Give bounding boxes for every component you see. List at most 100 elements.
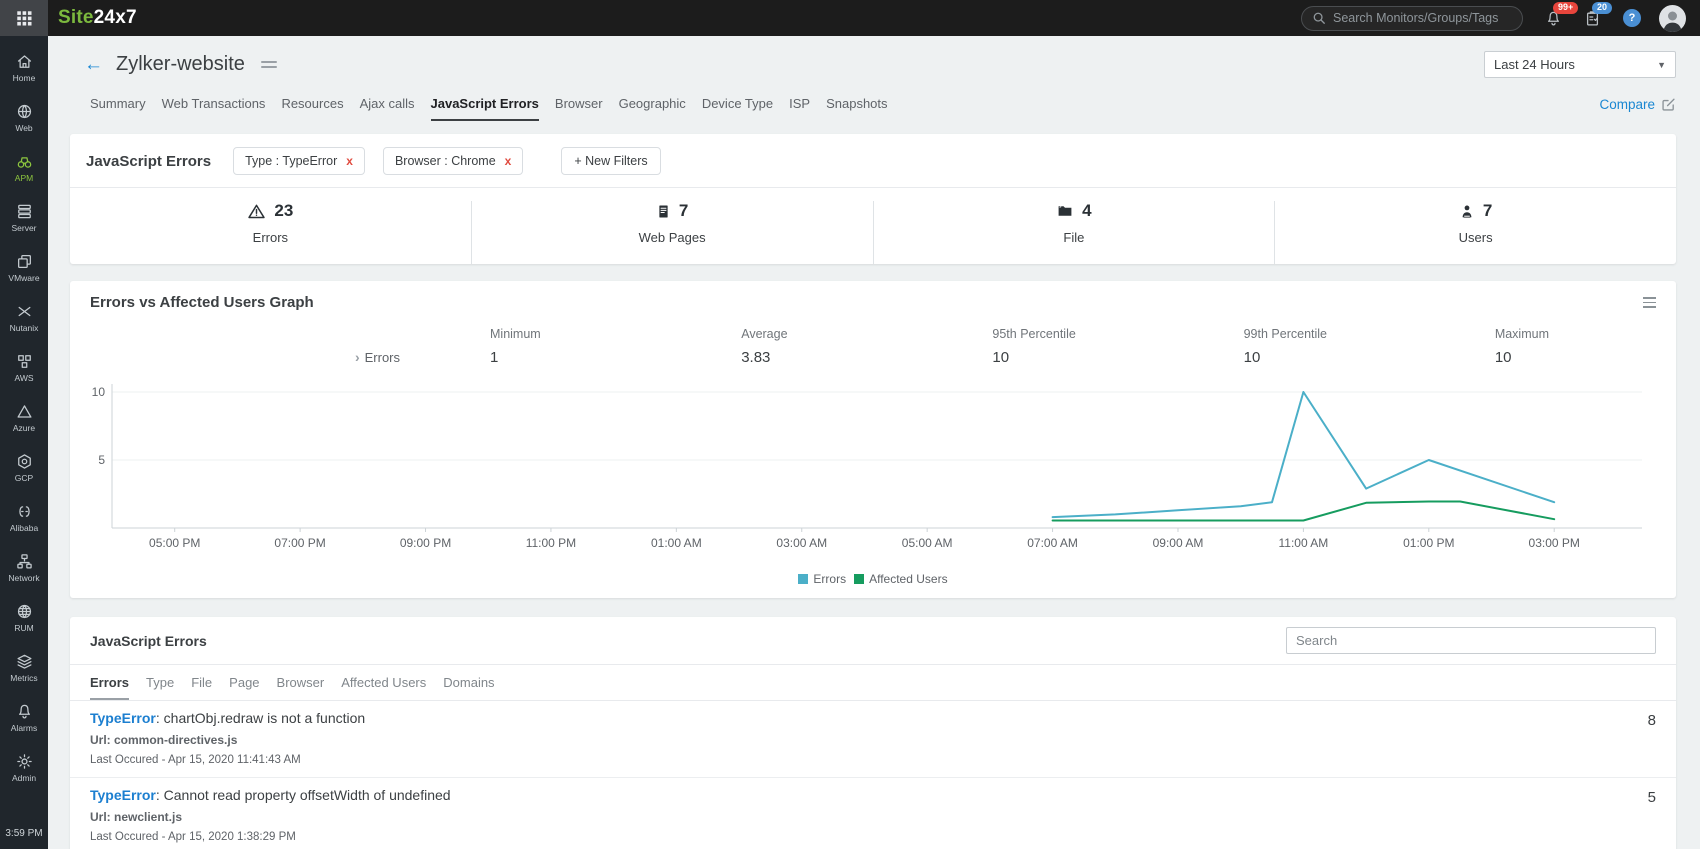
errors-tab-browser[interactable]: Browser	[277, 665, 325, 700]
summary-col-maximum: Maximum 10	[1405, 327, 1656, 366]
tab-javascript-errors[interactable]: JavaScript Errors	[430, 96, 539, 121]
errors-tab-domains[interactable]: Domains	[443, 665, 494, 700]
tasks-button[interactable]: 20	[1584, 1, 1613, 27]
filter-chip[interactable]: Browser : Chrome x	[382, 147, 524, 175]
stat-label: Errors	[252, 230, 289, 245]
filter-chip-label: Browser : Chrome	[394, 154, 496, 168]
sidebar-item-apm[interactable]: APM	[0, 143, 48, 193]
site24x7-logo[interactable]: Site24x7	[58, 7, 137, 29]
errors-tab-affected-users[interactable]: Affected Users	[341, 665, 426, 700]
tab-device-type[interactable]: Device Type	[702, 96, 773, 121]
sidebar-item-web[interactable]: Web	[0, 93, 48, 143]
sidebar-item-alarms[interactable]: Alarms	[0, 693, 48, 743]
home-icon	[16, 53, 33, 70]
nutanix-icon	[16, 303, 33, 320]
compare-link[interactable]: Compare	[1599, 97, 1676, 120]
sidebar-item-label: Metrics	[10, 673, 38, 683]
new-filters-button[interactable]: + New Filters	[561, 147, 661, 175]
js-errors-list-panel: JavaScript Errors Errors Type File Page Brow…	[70, 617, 1676, 849]
time-range-select[interactable]: Last 24 Hours ▼	[1484, 51, 1676, 78]
sidebar-item-nutanix[interactable]: Nutanix	[0, 293, 48, 343]
stat-card-file: 4 File	[872, 201, 1275, 264]
svg-text:11:00 AM: 11:00 AM	[1278, 536, 1328, 550]
svg-text:03:00 PM: 03:00 PM	[1529, 536, 1580, 550]
sidebar-item-label: Network	[8, 573, 40, 583]
errors-list-title: JavaScript Errors	[90, 632, 207, 649]
sidebar-item-label: AWS	[14, 373, 34, 383]
summary-col-value: 10	[992, 349, 1010, 366]
svg-text:03:00 AM: 03:00 AM	[776, 536, 827, 550]
sidebar-item-server[interactable]: Server	[0, 193, 48, 243]
help-button[interactable]: ?	[1623, 9, 1641, 27]
error-row[interactable]: TypeError: Cannot read property offsetWi…	[70, 778, 1676, 849]
error-type[interactable]: TypeError	[90, 710, 156, 726]
errors-tab-type[interactable]: Type	[146, 665, 174, 700]
svg-text:10: 10	[92, 385, 106, 399]
stat-card-web-pages: 7 Web Pages	[470, 201, 873, 264]
sidebar-item-metrics[interactable]: Metrics	[0, 643, 48, 693]
sidebar-item-vmware[interactable]: VMware	[0, 243, 48, 293]
js-errors-filter-panel: JavaScript Errors Type : TypeError x Brows…	[70, 134, 1676, 264]
sidebar-item-aws[interactable]: AWS	[0, 343, 48, 393]
remove-filter-icon[interactable]: x	[505, 154, 512, 168]
graph-summary: › Errors Minimum 1 Average 3.83 95th Percent…	[90, 327, 1656, 366]
summary-col-95th-percentile: 95th Percentile 10	[902, 327, 1153, 366]
error-message: : chartObj.redraw is not a function	[155, 710, 366, 726]
error-title[interactable]: TypeError: chartObj.redraw is not a func…	[90, 710, 1600, 726]
notifications-button[interactable]: 99+	[1545, 1, 1579, 27]
error-title[interactable]: TypeError: Cannot read property offsetWi…	[90, 787, 1600, 803]
filter-chip[interactable]: Type : TypeError x	[233, 147, 365, 175]
errors-tab-page[interactable]: Page	[229, 665, 259, 700]
error-url: Url: common-directives.js	[90, 733, 238, 747]
tab-geographic[interactable]: Geographic	[619, 96, 686, 121]
errors-tab-errors[interactable]: Errors	[90, 665, 130, 700]
sidebar-item-azure[interactable]: Azure	[0, 393, 48, 443]
sidebar-item-admin[interactable]: Admin	[0, 743, 48, 793]
back-arrow-icon[interactable]: ←	[84, 55, 103, 74]
error-row[interactable]: TypeError: chartObj.redraw is not a func…	[70, 701, 1676, 778]
summary-series-label[interactable]: › Errors	[90, 349, 400, 366]
sidebar-item-alibaba[interactable]: Alibaba	[0, 493, 48, 543]
sidebar-item-label: Alibaba	[9, 523, 39, 533]
tab-web-transactions[interactable]: Web Transactions	[162, 96, 266, 121]
summary-col-value: 10	[1494, 349, 1512, 366]
global-search[interactable]	[1301, 5, 1523, 31]
errors-tab-file[interactable]: File	[191, 665, 212, 700]
errors-search-input[interactable]	[1286, 627, 1656, 654]
monitor-tabs: Summary Web Transactions Resources Ajax cal…	[48, 78, 1700, 121]
notifications-badge: 99+	[1553, 1, 1579, 15]
errors-vs-users-chart[interactable]: 5 10 05:00 PM 07:00 PM 09:00 PM 11:00 PM 01:00…	[90, 370, 1656, 562]
user-avatar[interactable]	[1659, 4, 1686, 32]
tab-summary[interactable]: Summary	[90, 96, 146, 121]
error-type[interactable]: TypeError	[90, 787, 156, 803]
aws-icon	[16, 353, 33, 370]
tab-resources[interactable]: Resources	[281, 96, 343, 121]
svg-text:11:00 PM: 11:00 PM	[526, 536, 576, 550]
legend-item-errors[interactable]: Errors	[798, 572, 846, 586]
tab-browser[interactable]: Browser	[555, 96, 603, 121]
legend-swatch	[854, 574, 865, 584]
global-search-input[interactable]	[1333, 11, 1512, 25]
summary-col-minimum: Minimum 1	[400, 327, 651, 366]
error-url: Url: newclient.js	[90, 810, 183, 824]
sidebar-item-network[interactable]: Network	[0, 543, 48, 593]
stat-label: Users	[1458, 230, 1493, 245]
legend-label: Affected Users	[869, 572, 948, 586]
summary-col-value: 10	[1243, 349, 1261, 366]
remove-filter-icon[interactable]: x	[346, 154, 353, 168]
apm-icon	[16, 153, 33, 170]
graph-title: Errors vs Affected Users Graph	[90, 294, 314, 311]
sidebar-item-rum[interactable]: RUM	[0, 593, 48, 643]
tab-snapshots[interactable]: Snapshots	[826, 96, 887, 121]
sidebar-item-home[interactable]: Home	[0, 43, 48, 93]
sidebar-item-gcp[interactable]: GCP	[0, 443, 48, 493]
rum-icon	[16, 603, 33, 620]
svg-text:07:00 PM: 07:00 PM	[274, 536, 325, 550]
tab-ajax-calls[interactable]: Ajax calls	[360, 96, 415, 121]
graph-menu-icon[interactable]	[1643, 297, 1656, 308]
legend-item-affected-users[interactable]: Affected Users	[854, 572, 948, 586]
apps-grid-button[interactable]	[0, 0, 48, 36]
monitor-menu-icon[interactable]	[260, 60, 277, 69]
tab-isp[interactable]: ISP	[789, 96, 810, 121]
page-title: Zylker-website	[116, 53, 245, 75]
